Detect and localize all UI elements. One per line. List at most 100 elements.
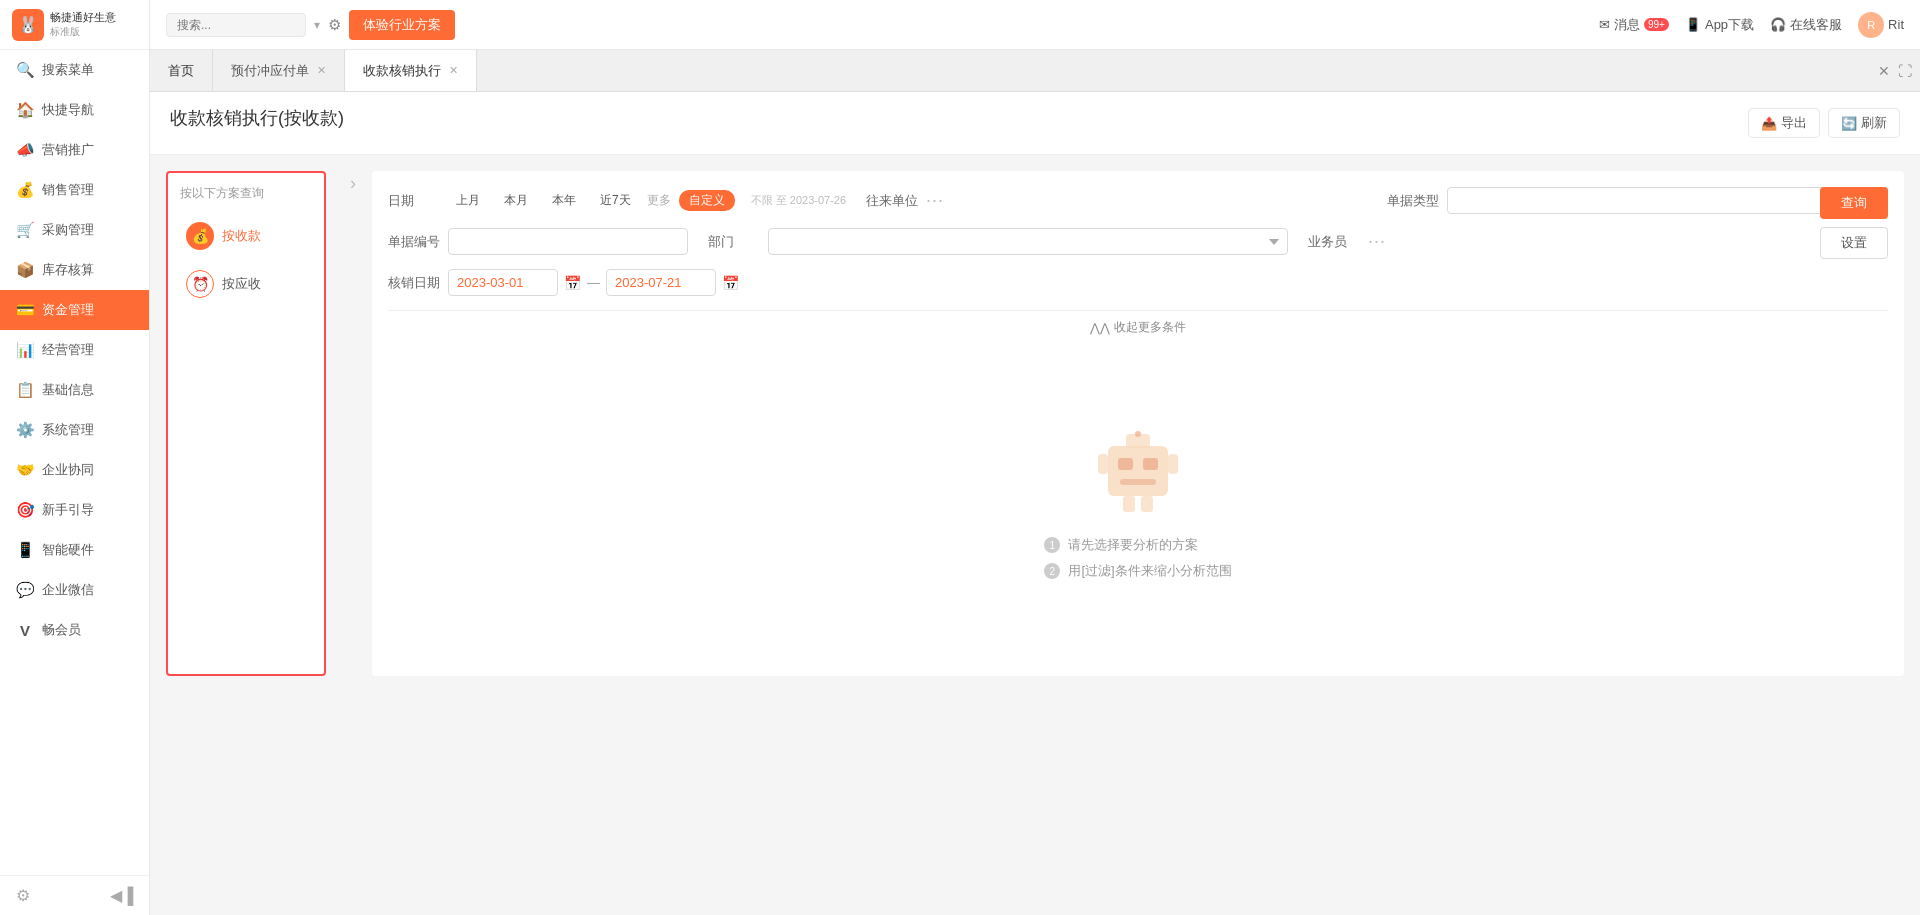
collapse-more-btn[interactable]: ⋀⋀ 收起更多条件 bbox=[1090, 319, 1186, 336]
close-collection-tab-icon[interactable]: ✕ bbox=[449, 64, 458, 77]
sidebar-item-inventory[interactable]: 📦 库存核算 bbox=[0, 250, 149, 290]
shortcut-7days[interactable]: 近7天 bbox=[592, 190, 639, 211]
sidebar-item-label: 新手引导 bbox=[42, 501, 94, 519]
svg-rect-0 bbox=[1108, 446, 1168, 496]
base-icon: 📋 bbox=[16, 381, 34, 399]
svg-point-9 bbox=[1135, 431, 1141, 437]
export-btn[interactable]: 📤 导出 bbox=[1748, 108, 1820, 138]
sidebar-item-hardware[interactable]: 📱 智能硬件 bbox=[0, 530, 149, 570]
partner-dots[interactable]: ··· bbox=[926, 190, 944, 211]
empty-tips: 1 请先选择要分析的方案 2 用[过滤]条件来缩小分析范围 bbox=[1044, 536, 1231, 580]
collapse-panel-arrow[interactable]: › bbox=[350, 173, 356, 194]
online-service-item[interactable]: 🎧 在线客服 bbox=[1770, 16, 1842, 34]
tab-home[interactable]: 首页 bbox=[150, 50, 213, 91]
home-icon: 🏠 bbox=[16, 101, 34, 119]
verify-date-end-input[interactable] bbox=[606, 269, 716, 296]
sidebar-item-operations[interactable]: 📊 经营管理 bbox=[0, 330, 149, 370]
sidebar-menu: 🔍 搜索菜单 🏠 快捷导航 📣 营销推广 💰 销售管理 🛒 采购管理 📦 库存核… bbox=[0, 50, 149, 875]
verify-date-start-input[interactable] bbox=[448, 269, 558, 296]
doc-type-field: 单据类型 bbox=[1387, 187, 1888, 214]
close-tab-icon[interactable]: ✕ bbox=[1878, 63, 1890, 79]
sidebar-item-purchase[interactable]: 🛒 采购管理 bbox=[0, 210, 149, 250]
topbar-left: ▾ ⚙ 体验行业方案 bbox=[166, 10, 455, 40]
main-content: 按以下方案查询 💰 按收款 ⏰ 按应收 › 查询 设置 bbox=[150, 155, 1920, 692]
logo-text: 畅捷通好生意 bbox=[50, 10, 116, 24]
query-row-2: 单据编号 部门 业务员 ··· bbox=[388, 228, 1888, 255]
sidebar-item-nav[interactable]: 🏠 快捷导航 bbox=[0, 90, 149, 130]
filter-option-label: 按收款 bbox=[222, 227, 261, 245]
filter-option-by-receivable[interactable]: ⏰ 按应收 bbox=[176, 262, 316, 306]
query-actions: 查询 设置 bbox=[1820, 187, 1888, 259]
doc-type-label: 单据类型 bbox=[1387, 192, 1439, 210]
partner-field: 往来单位 ··· bbox=[866, 190, 1367, 211]
main-area: ▾ ⚙ 体验行业方案 ✉ 消息 99+ 📱 App下载 🎧 在线客服 R Rit bbox=[150, 0, 1920, 915]
tabbar: 首页 预付冲应付单 ✕ 收款核销执行 ✕ ✕ ⛶ bbox=[150, 50, 1920, 92]
sidebar-item-label: 经营管理 bbox=[42, 341, 94, 359]
message-badge: 99+ bbox=[1644, 18, 1669, 31]
expand-tab-icon[interactable]: ⛶ bbox=[1898, 63, 1912, 79]
sidebar-item-system[interactable]: ⚙️ 系统管理 bbox=[0, 410, 149, 450]
app-logo: 🐰 畅捷通好生意 标准版 bbox=[0, 0, 149, 50]
shortcut-this-month[interactable]: 本月 bbox=[496, 190, 536, 211]
purchase-icon: 🛒 bbox=[16, 221, 34, 239]
sales-label: 业务员 bbox=[1308, 233, 1360, 251]
query-btn[interactable]: 查询 bbox=[1820, 187, 1888, 219]
sidebar-item-finance[interactable]: 💳 资金管理 bbox=[0, 290, 149, 330]
tab-prepay[interactable]: 预付冲应付单 ✕ bbox=[213, 50, 345, 91]
sidebar-item-label: 智能硬件 bbox=[42, 541, 94, 559]
sidebar-item-marketing[interactable]: 📣 营销推广 bbox=[0, 130, 149, 170]
query-row-3: 核销日期 📅 — 📅 bbox=[388, 269, 1888, 296]
dept-select[interactable] bbox=[768, 228, 1288, 255]
shortcut-custom[interactable]: 自定义 bbox=[679, 190, 735, 211]
settings-bottom-icon[interactable]: ⚙ bbox=[16, 886, 30, 905]
inventory-icon: 📦 bbox=[16, 261, 34, 279]
topbar-search-input[interactable] bbox=[166, 13, 306, 37]
sidebar-item-guide[interactable]: 🎯 新手引导 bbox=[0, 490, 149, 530]
sidebar-item-collab[interactable]: 🤝 企业协同 bbox=[0, 450, 149, 490]
message-item[interactable]: ✉ 消息 99+ bbox=[1599, 16, 1669, 34]
svg-rect-5 bbox=[1168, 454, 1178, 474]
shortcut-this-year[interactable]: 本年 bbox=[544, 190, 584, 211]
search-icon: 🔍 bbox=[16, 61, 34, 79]
app-download-item[interactable]: 📱 App下载 bbox=[1685, 16, 1754, 34]
doc-no-label: 单据编号 bbox=[388, 233, 440, 251]
finance-icon: 💳 bbox=[16, 301, 34, 319]
svg-rect-2 bbox=[1143, 458, 1158, 470]
doc-no-input[interactable] bbox=[448, 228, 688, 255]
doc-no-field: 单据编号 bbox=[388, 228, 688, 255]
system-icon: ⚙️ bbox=[16, 421, 34, 439]
page-title: 收款核销执行(按收款) bbox=[170, 106, 344, 130]
topbar-gear-icon[interactable]: ⚙ bbox=[328, 16, 341, 34]
solution-btn[interactable]: 体验行业方案 bbox=[349, 10, 455, 40]
sidebar-item-wechat[interactable]: 💬 企业微信 bbox=[0, 570, 149, 610]
guide-icon: 🎯 bbox=[16, 501, 34, 519]
svg-rect-7 bbox=[1141, 496, 1153, 512]
sidebar-item-label: 搜索菜单 bbox=[42, 61, 94, 79]
collapse-more-label: 收起更多条件 bbox=[1114, 319, 1186, 336]
service-icon: 🎧 bbox=[1770, 17, 1786, 32]
export-label: 导出 bbox=[1781, 114, 1807, 132]
date-shortcuts: 上月 本月 本年 近7天 更多 自定义 bbox=[448, 190, 735, 211]
tab-collection[interactable]: 收款核销执行 ✕ bbox=[345, 50, 477, 91]
sidebar-item-search[interactable]: 🔍 搜索菜单 bbox=[0, 50, 149, 90]
sidebar-item-member[interactable]: V 畅会员 bbox=[0, 610, 149, 650]
svg-rect-6 bbox=[1123, 496, 1135, 512]
sidebar-item-label: 采购管理 bbox=[42, 221, 94, 239]
sales-dots[interactable]: ··· bbox=[1368, 231, 1386, 252]
sidebar-item-base[interactable]: 📋 基础信息 bbox=[0, 370, 149, 410]
filter-panel: 按以下方案查询 💰 按收款 ⏰ 按应收 bbox=[166, 171, 326, 676]
close-prepay-tab-icon[interactable]: ✕ bbox=[317, 64, 326, 77]
sidebar-item-label: 系统管理 bbox=[42, 421, 94, 439]
sidebar-item-sales[interactable]: 💰 销售管理 bbox=[0, 170, 149, 210]
filter-option-by-receipt[interactable]: 💰 按收款 bbox=[176, 214, 316, 258]
collapse-sidebar-icon[interactable]: ◀▐ bbox=[110, 886, 133, 905]
shortcut-last-month[interactable]: 上月 bbox=[448, 190, 488, 211]
verify-date-end-calendar-icon[interactable]: 📅 bbox=[722, 275, 739, 291]
setting-btn[interactable]: 设置 bbox=[1820, 227, 1888, 259]
user-info[interactable]: R Rit bbox=[1858, 12, 1904, 38]
verify-date-start-calendar-icon[interactable]: 📅 bbox=[564, 275, 581, 291]
topbar-dropdown-arrow[interactable]: ▾ bbox=[314, 18, 320, 32]
shortcut-more[interactable]: 更多 bbox=[647, 192, 671, 209]
refresh-btn[interactable]: 🔄 刷新 bbox=[1828, 108, 1900, 138]
verify-date-label: 核销日期 bbox=[388, 274, 440, 292]
